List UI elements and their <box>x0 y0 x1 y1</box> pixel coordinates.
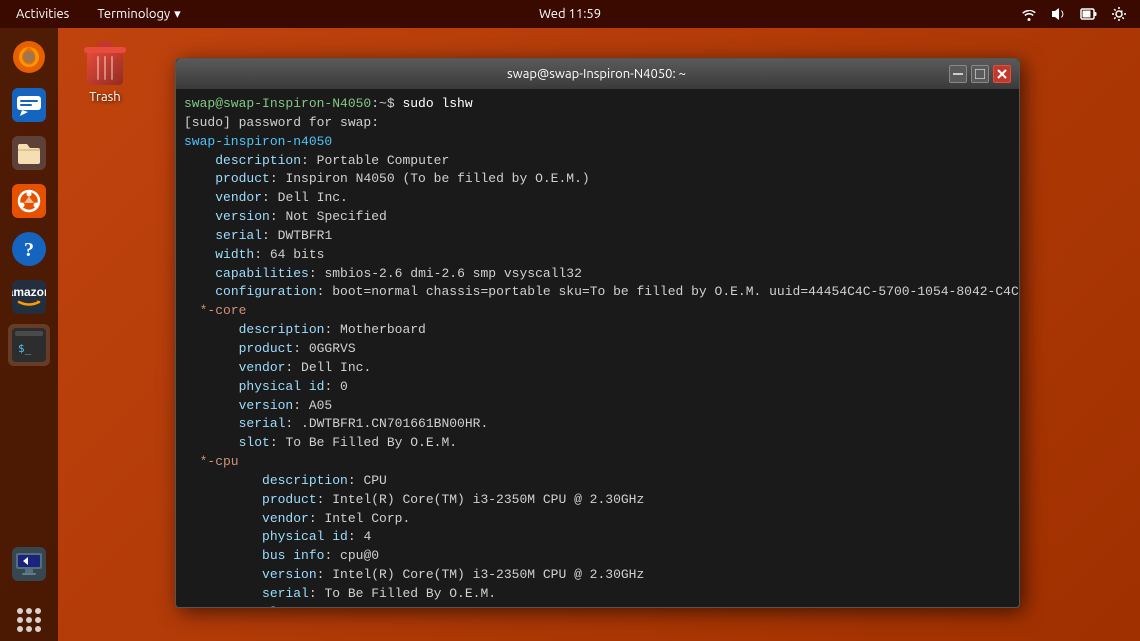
term-line-8: width: 64 bits <box>184 246 1011 265</box>
term-line-15: physical id: 0 <box>184 378 1011 397</box>
term-line-25: version: Intel(R) Core(TM) i3-2350M CPU … <box>184 566 1011 585</box>
battery-icon[interactable] <box>1078 3 1100 25</box>
term-line-7: serial: DWTBFR1 <box>184 227 1011 246</box>
sound-icon[interactable] <box>1048 3 1070 25</box>
desktop: ? amazon $_ <box>0 28 1140 641</box>
term-line-24: bus info: cpu@0 <box>184 547 1011 566</box>
term-line-21: product: Intel(R) Core(TM) i3-2350M CPU … <box>184 491 1011 510</box>
term-line-10: configuration: boot=normal chassis=porta… <box>184 283 1011 302</box>
terminal-title: swap@swap-Inspiron-N4050: ~ <box>244 67 949 81</box>
dock-amazon[interactable]: amazon <box>8 276 50 318</box>
term-line-27: slot: CPU 1 <box>184 604 1011 607</box>
term-line-23: physical id: 4 <box>184 528 1011 547</box>
topbar: Activities Terminology ▾ Wed 11:59 <box>0 0 1140 28</box>
term-line-11: *-core <box>184 302 1011 321</box>
term-line-18: slot: To Be Filled By O.E.M. <box>184 434 1011 453</box>
app-menu[interactable]: Terminology ▾ <box>91 0 186 28</box>
trash-label: Trash <box>89 90 120 104</box>
term-line-19: *-cpu <box>184 453 1011 472</box>
close-button[interactable] <box>993 65 1011 83</box>
dock-software[interactable] <box>8 180 50 222</box>
system-menu-icon[interactable] <box>1108 3 1130 25</box>
wifi-icon[interactable] <box>1018 3 1040 25</box>
dock-firefox[interactable] <box>8 36 50 78</box>
term-line-3: description: Portable Computer <box>184 152 1011 171</box>
svg-text:$_: $_ <box>18 342 32 355</box>
maximize-button[interactable] <box>971 65 989 83</box>
terminal-controls <box>949 65 1011 83</box>
term-line-2: swap-inspiron-n4050 <box>184 133 1011 152</box>
terminal-titlebar[interactable]: swap@swap-Inspiron-N4050: ~ <box>176 59 1019 89</box>
dock-help[interactable]: ? <box>8 228 50 270</box>
term-line-14: vendor: Dell Inc. <box>184 359 1011 378</box>
activities-label: Activities <box>16 7 69 21</box>
dock-messaging[interactable] <box>8 84 50 126</box>
term-line-17: serial: .DWTBFR1.CN701661BN00HR. <box>184 415 1011 434</box>
term-line-0: swap@swap-Inspiron-N4050:~$ sudo lshw <box>184 95 1011 114</box>
svg-text:?: ? <box>24 239 34 261</box>
minimize-button[interactable] <box>949 65 967 83</box>
dock-apps-grid[interactable] <box>8 599 50 641</box>
term-line-13: product: 0GGRVS <box>184 340 1011 359</box>
term-line-9: capabilities: smbios-2.6 dmi-2.6 smp vsy… <box>184 265 1011 284</box>
app-menu-label: Terminology <box>97 7 170 21</box>
trash-icon <box>81 40 129 88</box>
dock: ? amazon $_ <box>0 28 58 641</box>
app-menu-arrow: ▾ <box>174 7 181 22</box>
trash-desktop-icon[interactable]: Trash <box>70 40 140 104</box>
term-line-26: serial: To Be Filled By O.E.M. <box>184 585 1011 604</box>
term-line-16: version: A05 <box>184 397 1011 416</box>
terminal-content[interactable]: swap@swap-Inspiron-N4050:~$ sudo lshw[su… <box>176 89 1019 607</box>
dock-terminal[interactable]: $_ <box>8 324 50 366</box>
terminal-window: swap@swap-Inspiron-N4050: ~ swap@swap-In… <box>175 58 1020 608</box>
topbar-clock: Wed 11:59 <box>539 7 601 21</box>
activities-button[interactable]: Activities <box>10 0 75 28</box>
dock-display[interactable] <box>8 543 50 585</box>
term-line-5: vendor: Dell Inc. <box>184 189 1011 208</box>
term-line-20: description: CPU <box>184 472 1011 491</box>
svg-text:amazon: amazon <box>12 285 46 299</box>
dock-files[interactable] <box>8 132 50 174</box>
term-line-12: description: Motherboard <box>184 321 1011 340</box>
topbar-left: Activities Terminology ▾ <box>10 0 187 28</box>
term-line-6: version: Not Specified <box>184 208 1011 227</box>
term-line-1: [sudo] password for swap: <box>184 114 1011 133</box>
term-line-4: product: Inspiron N4050 (To be filled by… <box>184 170 1011 189</box>
term-line-22: vendor: Intel Corp. <box>184 510 1011 529</box>
topbar-right <box>1018 3 1130 25</box>
